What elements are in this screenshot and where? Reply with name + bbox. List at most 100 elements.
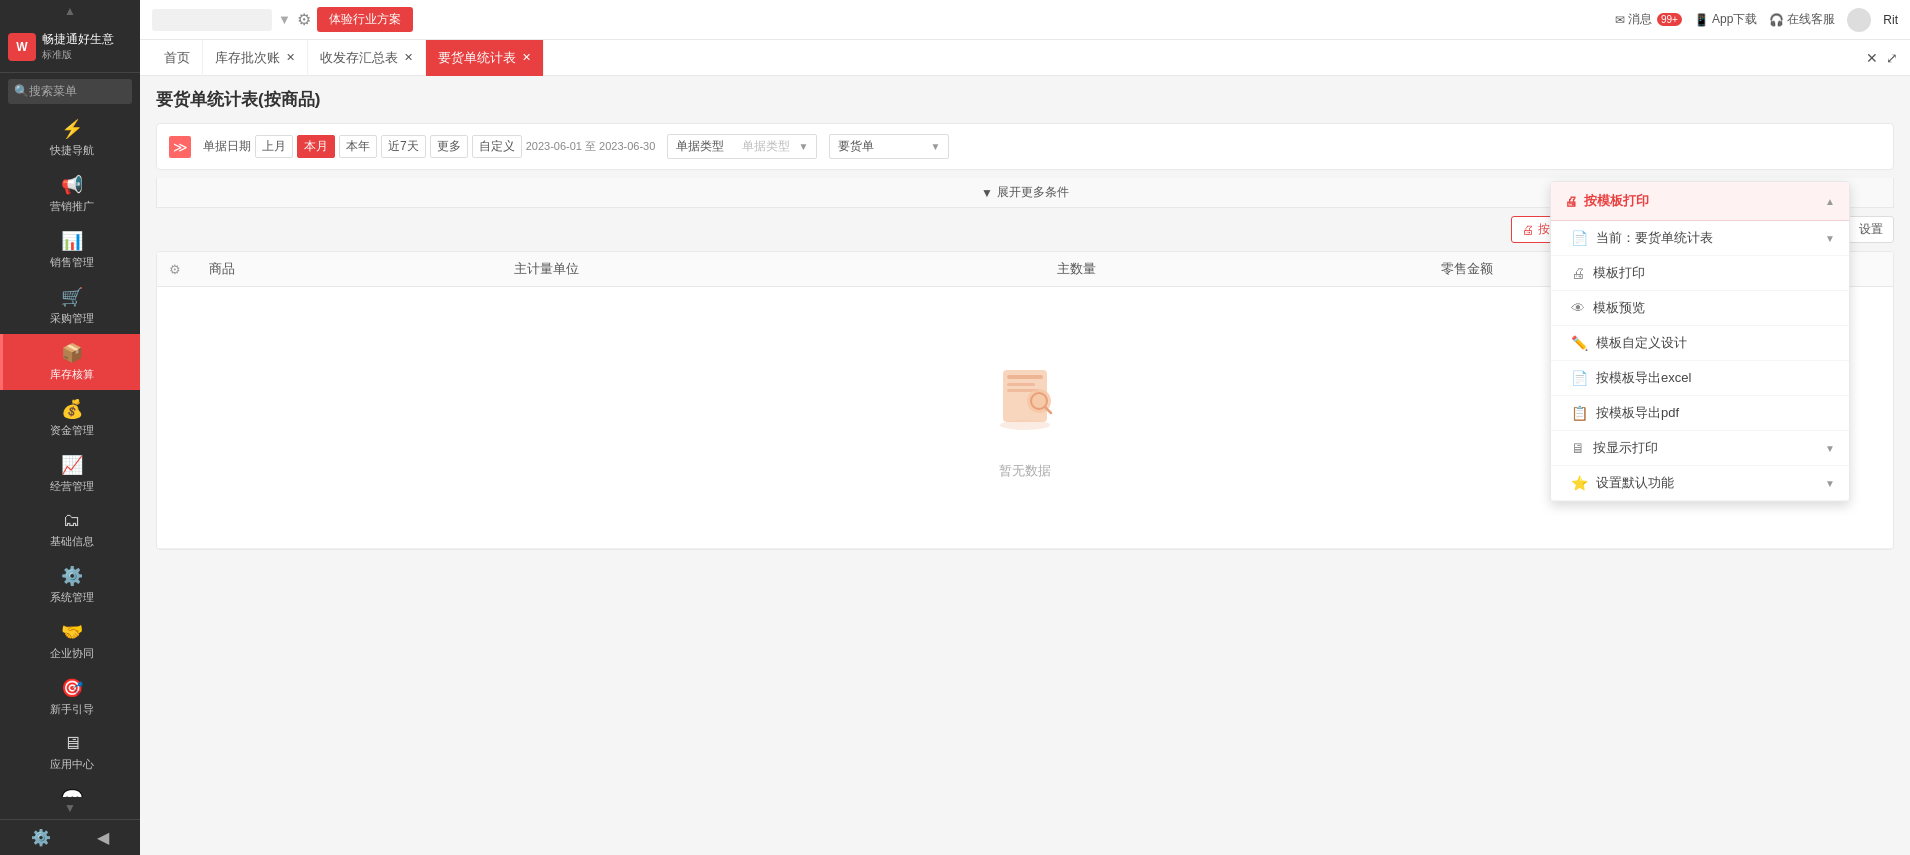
filter-toggle-button[interactable]: ≫ bbox=[169, 136, 191, 158]
sidebar-item-marketing[interactable]: 📢 营销推广 bbox=[0, 166, 140, 222]
sidebar-item-label: 新手引导 bbox=[50, 702, 94, 717]
sales-icon: 📊 bbox=[61, 230, 83, 252]
export-pdf-icon: 📋 bbox=[1571, 405, 1588, 421]
user-name: Rit bbox=[1883, 13, 1898, 27]
tab-receipt-summary-close[interactable]: ✕ bbox=[404, 51, 413, 64]
export-excel-label: 按模板导出excel bbox=[1596, 369, 1691, 387]
dropdown-close-chevron[interactable]: ▲ bbox=[1825, 196, 1835, 207]
sidebar-item-quick-nav[interactable]: ⚡ 快捷导航 bbox=[0, 110, 140, 166]
filter-row: ≫ 单据日期 上月 本月 本年 近7天 更多 自定义 2023-06-01 至 … bbox=[169, 134, 1881, 159]
online-service-button[interactable]: 🎧 在线客服 bbox=[1769, 11, 1835, 28]
print-header-icon: 🖨 bbox=[1565, 194, 1578, 209]
message-badge: 99+ bbox=[1657, 13, 1682, 26]
date-btn-this-year[interactable]: 本年 bbox=[339, 135, 377, 158]
display-print-chevron: ▼ bbox=[1825, 443, 1835, 454]
tab-order-stats-label: 要货单统计表 bbox=[438, 49, 516, 67]
tab-order-stats[interactable]: 要货单统计表 ✕ bbox=[426, 40, 544, 76]
sidebar-item-collab[interactable]: 🤝 企业协同 bbox=[0, 613, 140, 669]
sidebar-item-guide[interactable]: 🎯 新手引导 bbox=[0, 669, 140, 725]
tab-expand-icon[interactable]: ⤢ bbox=[1886, 50, 1898, 66]
table-column-settings-icon[interactable]: ⚙ bbox=[169, 262, 181, 277]
app-logo-icon: W bbox=[8, 33, 36, 61]
sidebar-item-label: 营销推广 bbox=[50, 199, 94, 214]
main-area: ▼ ⚙ 体验行业方案 ✉ 消息 99+ 📱 App下载 🎧 在线客服 Rit bbox=[140, 0, 1910, 855]
sidebar-item-finance[interactable]: 💰 资金管理 bbox=[0, 390, 140, 446]
dropdown-display-print[interactable]: 🖥 按显示打印 ▼ bbox=[1551, 431, 1849, 466]
messages-button[interactable]: ✉ 消息 99+ bbox=[1615, 11, 1682, 28]
tab-close-all-icon[interactable]: ✕ bbox=[1866, 50, 1878, 66]
content-area: 要货单统计表(按商品) ≫ 单据日期 上月 本月 本年 近7天 更多 自定义 2… bbox=[140, 76, 1910, 855]
sidebar-item-inventory[interactable]: 📦 库存核算 bbox=[0, 334, 140, 390]
order-num-select[interactable]: 要货单 ▼ bbox=[829, 134, 949, 159]
sidebar-item-basic[interactable]: 🗂 基础信息 bbox=[0, 502, 140, 557]
dropdown-header[interactable]: 🖨 按模板打印 ▲ bbox=[1551, 182, 1849, 221]
dropdown-item-export-excel[interactable]: 📄 按模板导出excel bbox=[1551, 361, 1849, 396]
export-pdf-label: 按模板导出pdf bbox=[1596, 404, 1679, 422]
collapse-icon[interactable]: ◀ bbox=[97, 828, 109, 847]
tab-order-stats-close[interactable]: ✕ bbox=[522, 51, 531, 64]
system-icon: ⚙️ bbox=[61, 565, 83, 587]
app-name: 畅捷通好生意 bbox=[42, 32, 114, 48]
topbar-right: ✉ 消息 99+ 📱 App下载 🎧 在线客服 Rit bbox=[1615, 8, 1898, 32]
app-download-button[interactable]: 📱 App下载 bbox=[1694, 11, 1757, 28]
date-btn-last-month[interactable]: 上月 bbox=[255, 135, 293, 158]
set-default-chevron: ▼ bbox=[1825, 478, 1835, 489]
industry-plan-button[interactable]: 体验行业方案 bbox=[317, 7, 413, 32]
settings-icon[interactable]: ⚙️ bbox=[31, 828, 51, 847]
sidebar-item-purchase[interactable]: 🛒 采购管理 bbox=[0, 278, 140, 334]
order-num-dropdown-icon: ▼ bbox=[930, 141, 940, 152]
dropdown-item-template-design[interactable]: ✏️ 模板自定义设计 bbox=[1551, 326, 1849, 361]
app-badge: 标准版 bbox=[42, 48, 114, 62]
message-icon: ✉ bbox=[1615, 13, 1625, 27]
display-print-icon: 🖥 bbox=[1571, 440, 1585, 456]
sidebar-scroll-down[interactable]: ▼ bbox=[0, 797, 140, 819]
current-template-label: 当前：要货单统计表 bbox=[1596, 229, 1713, 247]
tab-receipt-summary-label: 收发存汇总表 bbox=[320, 49, 398, 67]
topbar-left: ▼ ⚙ 体验行业方案 bbox=[152, 7, 1607, 32]
tab-receipt-summary[interactable]: 收发存汇总表 ✕ bbox=[308, 40, 426, 76]
sidebar-item-operation[interactable]: 📈 经营管理 bbox=[0, 446, 140, 502]
sidebar-item-wechat[interactable]: 💬 企业微信 bbox=[0, 780, 140, 797]
empty-text: 暂无数据 bbox=[999, 462, 1051, 480]
sidebar-search[interactable]: 🔍 搜索菜单 bbox=[8, 79, 132, 104]
dropdown-item-template-print[interactable]: 🖨 模板打印 bbox=[1551, 256, 1849, 291]
set-default-label: 设置默认功能 bbox=[1596, 474, 1674, 492]
template-preview-label: 模板预览 bbox=[1593, 299, 1645, 317]
tab-batch-account-close[interactable]: ✕ bbox=[286, 51, 295, 64]
sidebar-item-app-center[interactable]: 🖥 应用中心 bbox=[0, 725, 140, 780]
sidebar-item-system[interactable]: ⚙️ 系统管理 bbox=[0, 557, 140, 613]
dropdown-set-default[interactable]: ⭐ 设置默认功能 ▼ bbox=[1551, 466, 1849, 501]
logo-text-block: 畅捷通好生意 标准版 bbox=[42, 32, 114, 62]
col-product: 商品 bbox=[197, 252, 502, 287]
sidebar-item-sales[interactable]: 📊 销售管理 bbox=[0, 222, 140, 278]
tab-batch-account[interactable]: 库存批次账 ✕ bbox=[203, 40, 308, 76]
page-title: 要货单统计表(按商品) bbox=[156, 88, 1894, 111]
quick-nav-icon: ⚡ bbox=[61, 118, 83, 140]
sidebar-item-label: 资金管理 bbox=[50, 423, 94, 438]
topbar-search-input[interactable] bbox=[152, 9, 272, 31]
dropdown-item-template-preview[interactable]: 👁 模板预览 bbox=[1551, 291, 1849, 326]
col-unit: 主计量单位 bbox=[502, 252, 1045, 287]
order-type-select[interactable]: 单据类型 单据类型 ▼ bbox=[667, 134, 817, 159]
dropdown-current-template[interactable]: 📄 当前：要货单统计表 ▼ bbox=[1551, 221, 1849, 256]
collab-icon: 🤝 bbox=[61, 621, 83, 643]
topbar: ▼ ⚙ 体验行业方案 ✉ 消息 99+ 📱 App下载 🎧 在线客服 Rit bbox=[140, 0, 1910, 40]
sidebar-scroll-up[interactable]: ▲ bbox=[0, 0, 140, 22]
date-range: 2023-06-01 至 2023-06-30 bbox=[526, 139, 656, 154]
date-btn-custom[interactable]: 自定义 bbox=[472, 135, 522, 158]
date-btn-more[interactable]: 更多 bbox=[430, 135, 468, 158]
template-print-icon: 🖨 bbox=[1571, 265, 1585, 281]
user-avatar[interactable] bbox=[1847, 8, 1871, 32]
date-filter: 单据日期 上月 本月 本年 近7天 更多 自定义 2023-06-01 至 20… bbox=[203, 135, 655, 158]
settings-button[interactable]: 设置 bbox=[1848, 216, 1894, 243]
topbar-settings-icon[interactable]: ⚙ bbox=[297, 10, 311, 29]
service-icon: 🎧 bbox=[1769, 13, 1784, 27]
date-btn-this-month[interactable]: 本月 bbox=[297, 135, 335, 158]
dropdown-item-export-pdf[interactable]: 📋 按模板导出pdf bbox=[1551, 396, 1849, 431]
sidebar: ▲ W 畅捷通好生意 标准版 🔍 搜索菜单 ⚡ 快捷导航 📢 营销推广 📊 销售… bbox=[0, 0, 140, 855]
dropdown-set-default-left: ⭐ 设置默认功能 bbox=[1571, 474, 1674, 492]
tab-home[interactable]: 首页 bbox=[152, 40, 203, 76]
sidebar-item-label: 基础信息 bbox=[50, 534, 94, 549]
topbar-dropdown-icon[interactable]: ▼ bbox=[278, 12, 291, 27]
date-btn-7-days[interactable]: 近7天 bbox=[381, 135, 426, 158]
